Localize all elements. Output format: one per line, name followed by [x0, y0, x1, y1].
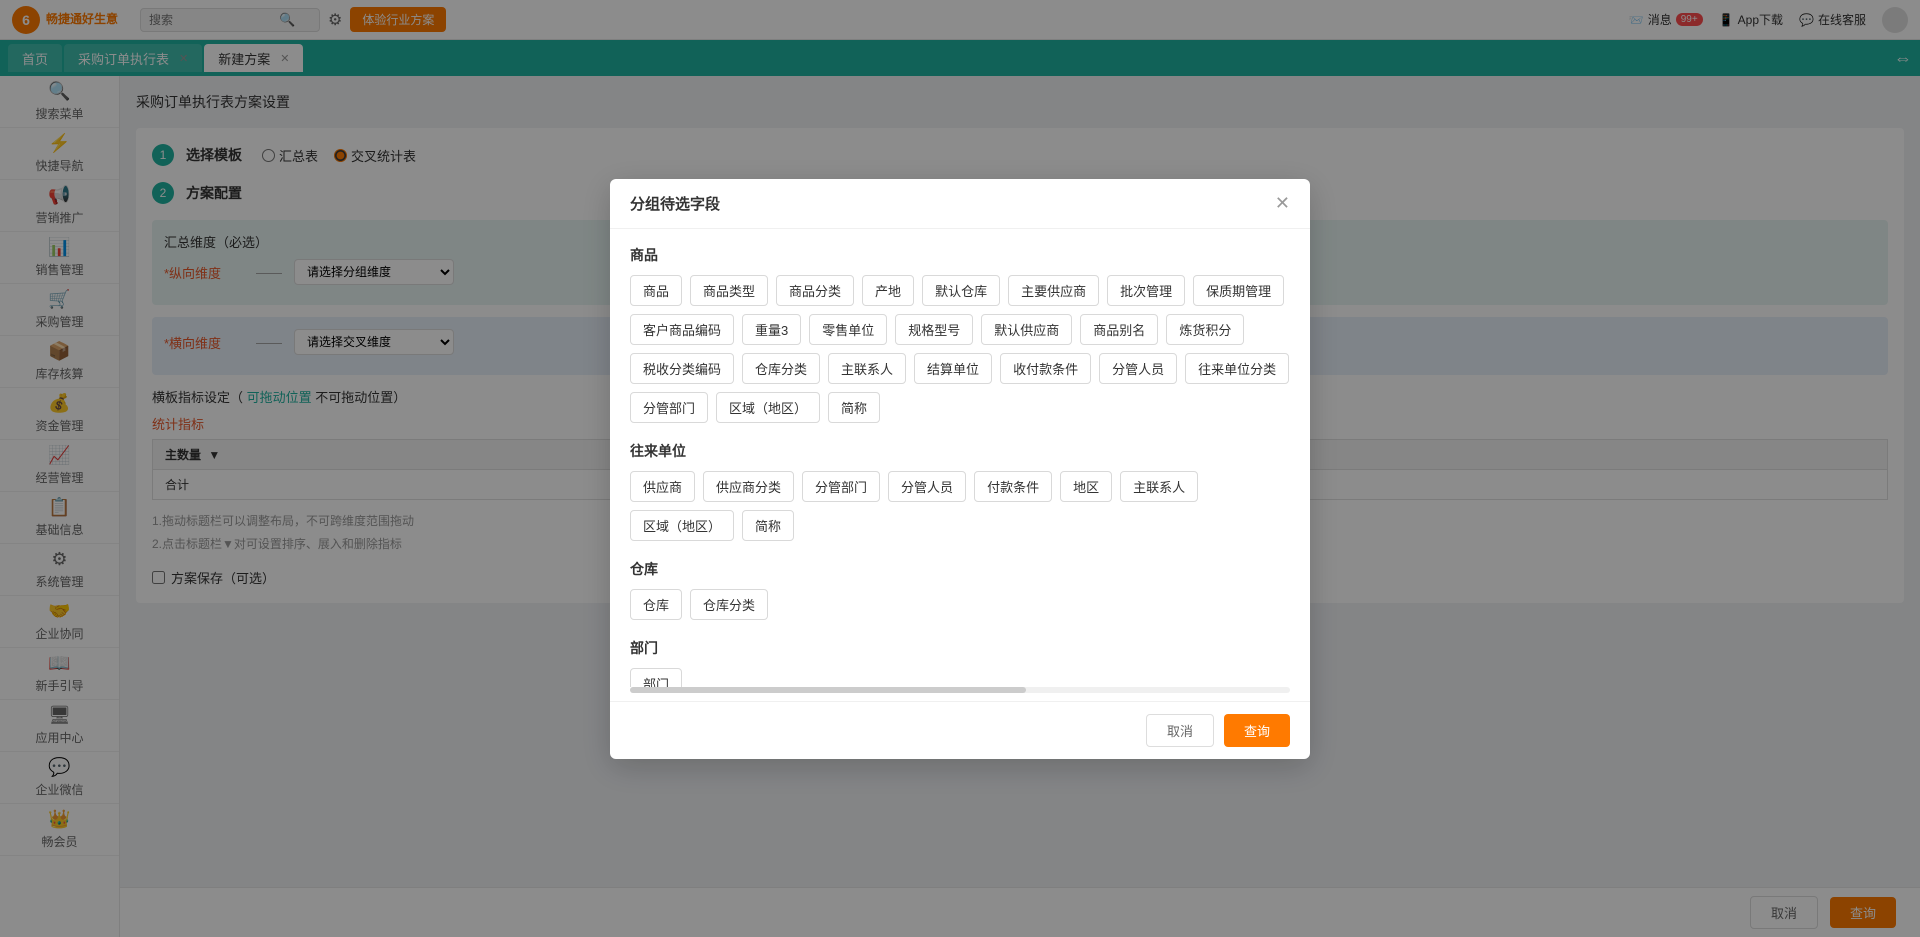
modal-confirm-button[interactable]: 查询 [1224, 714, 1290, 747]
field-tag[interactable]: 分管人员 [888, 471, 966, 502]
field-tag[interactable]: 重量3 [742, 314, 801, 345]
field-tag[interactable]: 仓库分类 [742, 353, 820, 384]
field-tag[interactable]: 仓库分类 [690, 589, 768, 620]
section-dept: 部门 部门 [630, 638, 1290, 688]
field-tag[interactable]: 往来单位分类 [1185, 353, 1289, 384]
field-tag[interactable]: 区域（地区） [716, 392, 820, 423]
field-tag[interactable]: 供应商 [630, 471, 695, 502]
field-tag[interactable]: 付款条件 [974, 471, 1052, 502]
field-tag[interactable]: 默认仓库 [922, 275, 1000, 306]
field-tag[interactable]: 主联系人 [1120, 471, 1198, 502]
modal-cancel-button[interactable]: 取消 [1146, 714, 1214, 747]
field-tag[interactable]: 税收分类编码 [630, 353, 734, 384]
section-partner-title: 往来单位 [630, 441, 1290, 461]
field-tag[interactable]: 简称 [742, 510, 794, 541]
field-tag[interactable]: 地区 [1060, 471, 1112, 502]
section-product-title: 商品 [630, 245, 1290, 265]
section-product-fields: 商品 商品类型 商品分类 产地 默认仓库 主要供应商 批次管理 保质期管理 客户… [630, 275, 1290, 423]
field-tag[interactable]: 分管人员 [1099, 353, 1177, 384]
field-tag[interactable]: 收付款条件 [1000, 353, 1091, 384]
section-partner: 往来单位 供应商 供应商分类 分管部门 分管人员 付款条件 地区 主联系人 区域… [630, 441, 1290, 541]
field-tag[interactable]: 炼货积分 [1166, 314, 1244, 345]
field-tag[interactable]: 仓库 [630, 589, 682, 620]
field-tag[interactable]: 商品别名 [1080, 314, 1158, 345]
field-tag[interactable]: 客户商品编码 [630, 314, 734, 345]
modal-title: 分组待选字段 [630, 193, 720, 214]
field-tag[interactable]: 保质期管理 [1193, 275, 1284, 306]
field-tag[interactable]: 分管部门 [802, 471, 880, 502]
field-tag[interactable]: 分管部门 [630, 392, 708, 423]
field-tag[interactable]: 简称 [828, 392, 880, 423]
field-tag[interactable]: 主联系人 [828, 353, 906, 384]
field-tag[interactable]: 部门 [630, 668, 682, 688]
section-warehouse-fields: 仓库 仓库分类 [630, 589, 1290, 620]
field-tag[interactable]: 主要供应商 [1008, 275, 1099, 306]
field-tag[interactable]: 商品类型 [690, 275, 768, 306]
modal-hscroll-thumb [630, 687, 1026, 692]
field-tag[interactable]: 区域（地区） [630, 510, 734, 541]
field-tag[interactable]: 商品 [630, 275, 682, 306]
section-partner-fields: 供应商 供应商分类 分管部门 分管人员 付款条件 地区 主联系人 区域（地区） … [630, 471, 1290, 541]
field-tag[interactable]: 批次管理 [1107, 275, 1185, 306]
modal-overlay: 分组待选字段 ✕ 商品 商品 商品类型 商品分类 产地 默认仓库 主要供应商 批… [0, 0, 1920, 937]
modal-close-button[interactable]: ✕ [1275, 193, 1290, 214]
modal-footer: 取消 查询 [610, 701, 1310, 759]
field-tag[interactable]: 商品分类 [776, 275, 854, 306]
field-tag[interactable]: 产地 [862, 275, 914, 306]
field-tag[interactable]: 零售单位 [809, 314, 887, 345]
section-dept-fields: 部门 [630, 668, 1290, 688]
field-tag[interactable]: 规格型号 [895, 314, 973, 345]
modal-body: 商品 商品 商品类型 商品分类 产地 默认仓库 主要供应商 批次管理 保质期管理… [610, 229, 1310, 688]
field-tag[interactable]: 默认供应商 [981, 314, 1072, 345]
modal-header: 分组待选字段 ✕ [610, 179, 1310, 229]
section-dept-title: 部门 [630, 638, 1290, 658]
section-warehouse-title: 仓库 [630, 559, 1290, 579]
section-product: 商品 商品 商品类型 商品分类 产地 默认仓库 主要供应商 批次管理 保质期管理… [630, 245, 1290, 423]
section-warehouse: 仓库 仓库 仓库分类 [630, 559, 1290, 620]
modal: 分组待选字段 ✕ 商品 商品 商品类型 商品分类 产地 默认仓库 主要供应商 批… [610, 179, 1310, 759]
field-tag[interactable]: 供应商分类 [703, 471, 794, 502]
modal-hscrollbar[interactable] [630, 687, 1290, 692]
field-tag[interactable]: 结算单位 [914, 353, 992, 384]
